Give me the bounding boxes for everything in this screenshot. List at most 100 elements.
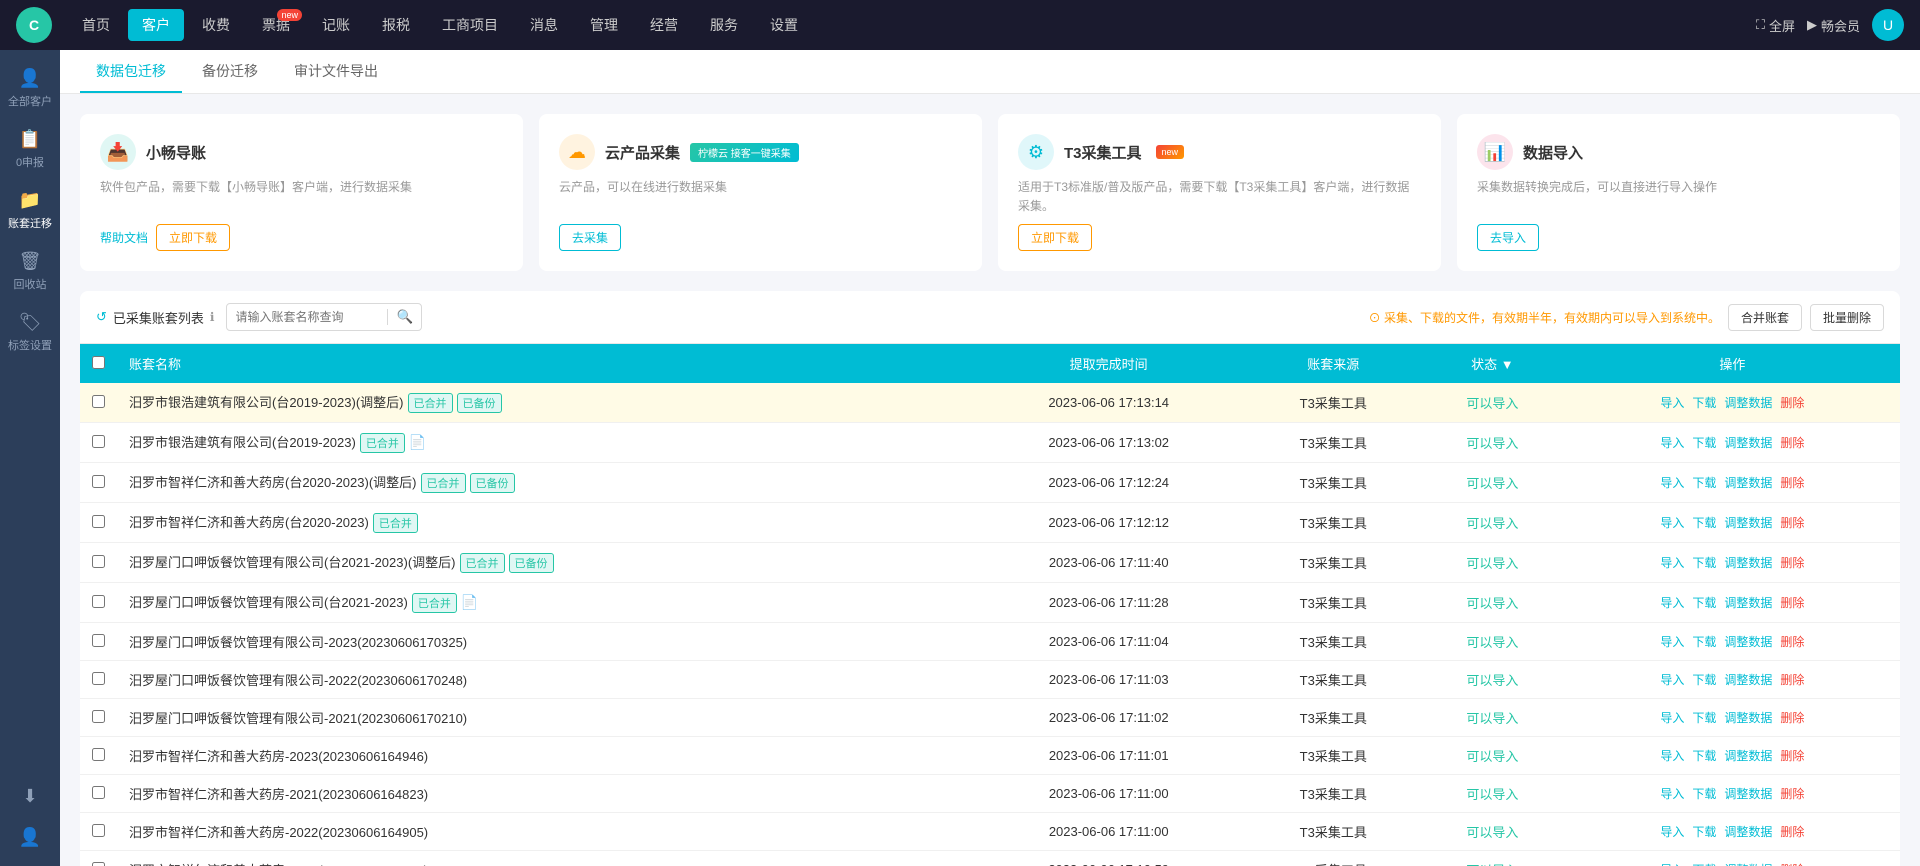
op-btn-下载[interactable]: 下载 [1692,825,1716,839]
nav-item-设置[interactable]: 设置 [756,9,812,41]
tab-数据包迁移[interactable]: 数据包迁移 [80,51,182,93]
op-btn-调整数据[interactable]: 调整数据 [1724,787,1772,801]
refresh-icon[interactable]: ↺ [96,309,107,325]
row-checkbox[interactable] [92,475,105,488]
search-button[interactable]: 🔍 [387,309,421,325]
op-btn-下载[interactable]: 下载 [1692,635,1716,649]
sidebar-item-全部客户[interactable]: 👤全部客户 [0,58,60,119]
row-checkbox[interactable] [92,595,105,608]
op-btn-导入[interactable]: 导入 [1660,436,1684,450]
op-btn-导入[interactable]: 导入 [1660,673,1684,687]
op-btn-删除[interactable]: 删除 [1780,749,1804,763]
op-btn-下载[interactable]: 下载 [1692,749,1716,763]
op-btn-删除[interactable]: 删除 [1780,711,1804,725]
row-checkbox[interactable] [92,395,105,408]
nav-item-客户[interactable]: 客户 [128,9,184,41]
batch-delete-button[interactable]: 批量删除 [1810,304,1884,331]
op-btn-导入[interactable]: 导入 [1660,596,1684,610]
nav-item-记账[interactable]: 记账 [308,9,364,41]
op-btn-调整数据[interactable]: 调整数据 [1724,635,1772,649]
row-checkbox[interactable] [92,748,105,761]
op-btn-导入[interactable]: 导入 [1660,825,1684,839]
nav-item-首页[interactable]: 首页 [68,9,124,41]
op-btn-下载[interactable]: 下载 [1692,476,1716,490]
sidebar-item-回收站[interactable]: 🗑回收站 [0,241,60,302]
nav-item-服务[interactable]: 服务 [696,9,752,41]
op-btn-调整数据[interactable]: 调整数据 [1724,396,1772,410]
op-btn-导入[interactable]: 导入 [1660,516,1684,530]
nav-item-管理[interactable]: 管理 [576,9,632,41]
nav-item-工商项目[interactable]: 工商项目 [428,9,512,41]
card-btn-cloud[interactable]: 去采集 [559,224,621,251]
op-btn-调整数据[interactable]: 调整数据 [1724,516,1772,530]
op-btn-调整数据[interactable]: 调整数据 [1724,673,1772,687]
col-status[interactable]: 状态 ▼ [1420,344,1565,383]
card-btn-import[interactable]: 去导入 [1477,224,1539,251]
op-btn-删除[interactable]: 删除 [1780,396,1804,410]
op-btn-删除[interactable]: 删除 [1780,556,1804,570]
row-tag: 已备份 [457,393,502,413]
op-btn-删除[interactable]: 删除 [1780,635,1804,649]
row-checkbox[interactable] [92,555,105,568]
op-btn-调整数据[interactable]: 调整数据 [1724,436,1772,450]
op-btn-下载[interactable]: 下载 [1692,711,1716,725]
op-btn-导入[interactable]: 导入 [1660,635,1684,649]
card-btn-xiaochang[interactable]: 立即下载 [156,224,230,251]
sidebar-bottom-item[interactable]: ⬇ [15,776,45,817]
op-btn-导入[interactable]: 导入 [1660,749,1684,763]
tab-备份迁移[interactable]: 备份迁移 [186,51,274,93]
op-btn-导入[interactable]: 导入 [1660,396,1684,410]
card-btn-t3[interactable]: 立即下载 [1018,224,1092,251]
op-btn-下载[interactable]: 下载 [1692,787,1716,801]
user-avatar[interactable]: U [1872,9,1904,41]
row-checkbox[interactable] [92,824,105,837]
op-btn-删除[interactable]: 删除 [1780,516,1804,530]
merge-accounts-button[interactable]: 合并账套 [1728,304,1802,331]
op-btn-导入[interactable]: 导入 [1660,711,1684,725]
tab-审计文件导出[interactable]: 审计文件导出 [278,51,394,93]
op-btn-删除[interactable]: 删除 [1780,787,1804,801]
op-btn-调整数据[interactable]: 调整数据 [1724,556,1772,570]
nav-item-经营[interactable]: 经营 [636,9,692,41]
sidebar-item-0申报[interactable]: 📋0申报 [0,119,60,180]
op-btn-删除[interactable]: 删除 [1780,596,1804,610]
op-btn-下载[interactable]: 下载 [1692,436,1716,450]
nav-item-收费[interactable]: 收费 [188,9,244,41]
nav-item-消息[interactable]: 消息 [516,9,572,41]
search-input[interactable] [227,310,387,324]
sidebar-item-账套迁移[interactable]: 📁账套迁移 [0,180,60,241]
op-btn-调整数据[interactable]: 调整数据 [1724,476,1772,490]
op-btn-导入[interactable]: 导入 [1660,476,1684,490]
row-checkbox[interactable] [92,786,105,799]
nav-item-报税[interactable]: 报税 [368,9,424,41]
op-btn-下载[interactable]: 下载 [1692,556,1716,570]
op-btn-下载[interactable]: 下载 [1692,596,1716,610]
op-btn-导入[interactable]: 导入 [1660,787,1684,801]
row-checkbox[interactable] [92,672,105,685]
op-btn-删除[interactable]: 删除 [1780,825,1804,839]
row-checkbox[interactable] [92,862,105,866]
op-btn-导入[interactable]: 导入 [1660,556,1684,570]
row-checkbox[interactable] [92,515,105,528]
nav-item-票据[interactable]: 票据new [248,9,304,41]
logo-icon[interactable]: C [16,7,52,43]
sidebar-item-标签设置[interactable]: 🏷标签设置 [0,302,60,363]
member-btn[interactable]: ▶ 畅会员 [1807,16,1860,35]
op-btn-下载[interactable]: 下载 [1692,516,1716,530]
fullscreen-btn[interactable]: ⛶ 全屏 [1756,16,1795,35]
op-btn-调整数据[interactable]: 调整数据 [1724,711,1772,725]
op-btn-调整数据[interactable]: 调整数据 [1724,596,1772,610]
select-all-checkbox[interactable] [92,356,105,369]
sidebar-bottom-item[interactable]: 👤 [15,817,45,858]
op-btn-删除[interactable]: 删除 [1780,476,1804,490]
row-checkbox[interactable] [92,710,105,723]
row-checkbox[interactable] [92,435,105,448]
op-btn-删除[interactable]: 删除 [1780,673,1804,687]
row-checkbox[interactable] [92,634,105,647]
op-btn-调整数据[interactable]: 调整数据 [1724,749,1772,763]
op-btn-下载[interactable]: 下载 [1692,673,1716,687]
op-btn-删除[interactable]: 删除 [1780,436,1804,450]
card-link-xiaochang[interactable]: 帮助文档 [100,229,148,246]
op-btn-调整数据[interactable]: 调整数据 [1724,825,1772,839]
op-btn-下载[interactable]: 下载 [1692,396,1716,410]
